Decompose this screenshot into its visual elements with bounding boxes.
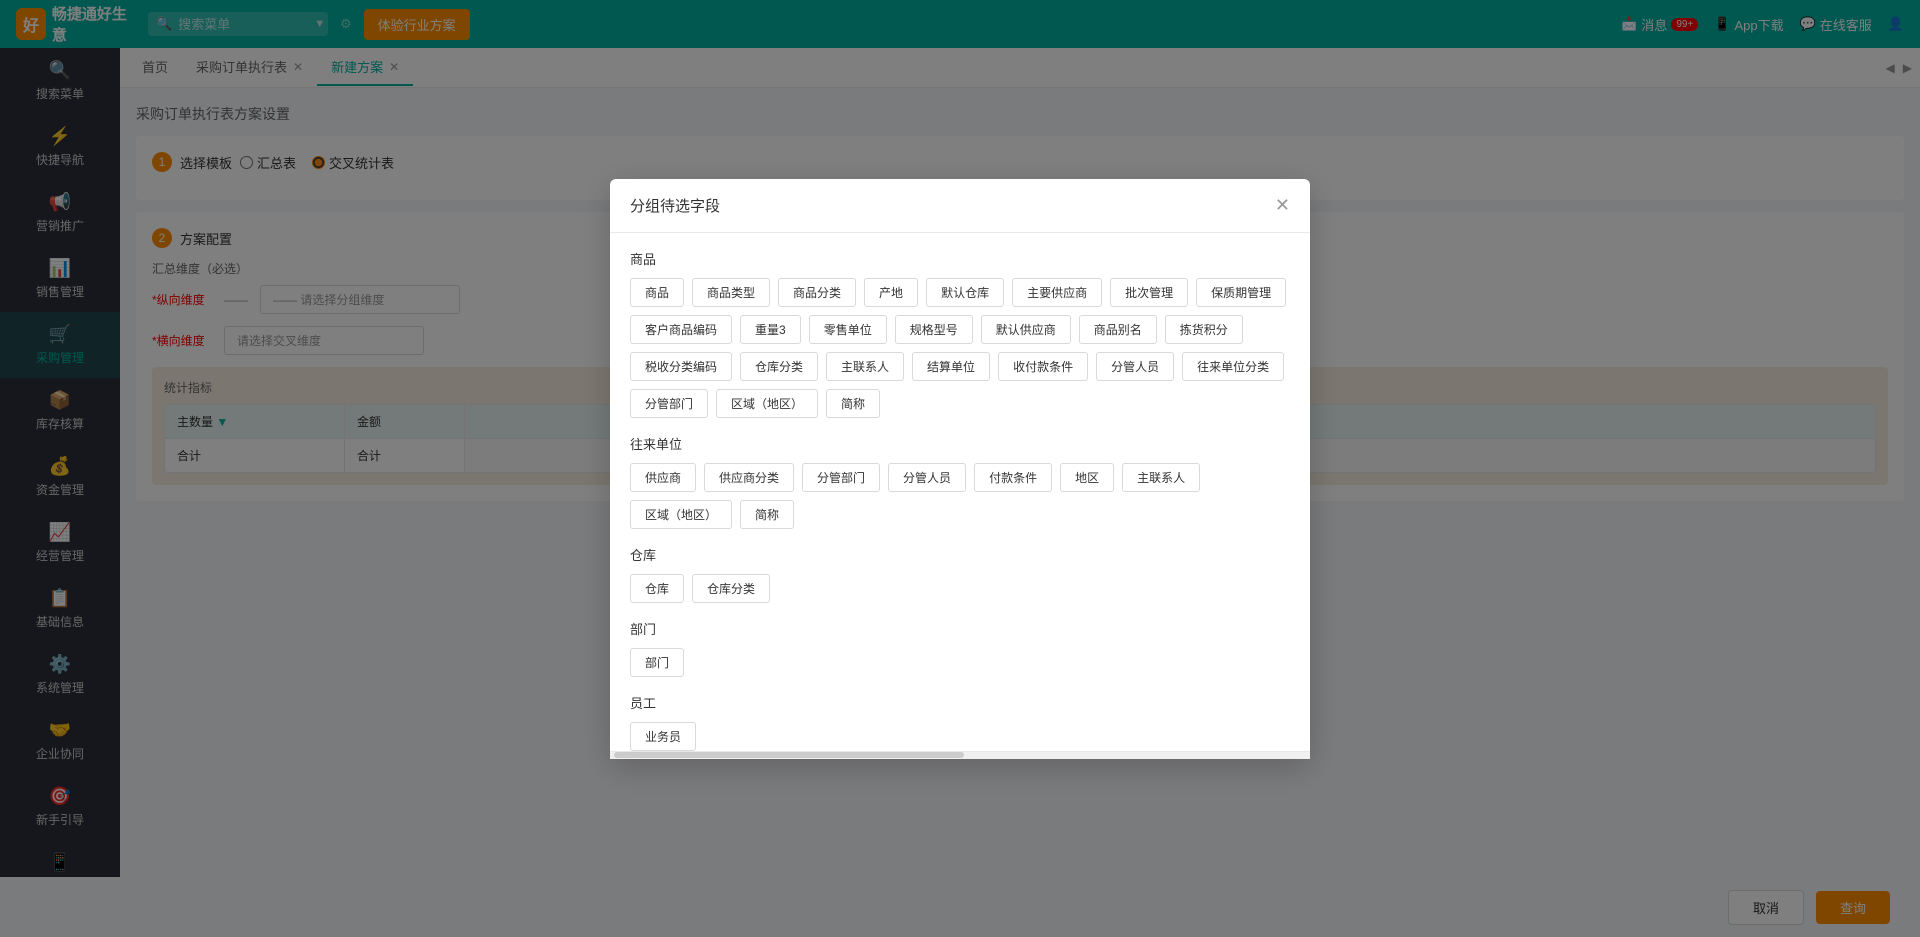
section-title-warehouse: 仓库 (630, 545, 1290, 564)
field-tag-仓库分类[interactable]: 仓库分类 (740, 352, 818, 381)
modal-close-button[interactable]: ✕ (1275, 195, 1290, 216)
field-tag-分管部门[interactable]: 分管部门 (802, 463, 880, 492)
modal-title: 分组待选字段 (630, 195, 720, 216)
field-tag-付款条件[interactable]: 付款条件 (974, 463, 1052, 492)
section-goods: 商品商品商品类型商品分类产地默认仓库主要供应商批次管理保质期管理客户商品编码重量… (630, 249, 1290, 418)
section-title-department: 部门 (630, 619, 1290, 638)
field-tags-warehouse: 仓库仓库分类 (630, 574, 1290, 603)
field-tag-供应商[interactable]: 供应商 (630, 463, 696, 492)
field-tag-主联系人[interactable]: 主联系人 (826, 352, 904, 381)
field-tag-简称[interactable]: 简称 (740, 500, 794, 529)
field-tag-商品[interactable]: 商品 (630, 278, 684, 307)
field-tag-往来单位分类[interactable]: 往来单位分类 (1182, 352, 1284, 381)
field-tag-主要供应商[interactable]: 主要供应商 (1012, 278, 1102, 307)
field-tag-主联系人[interactable]: 主联系人 (1122, 463, 1200, 492)
field-tag-供应商分类[interactable]: 供应商分类 (704, 463, 794, 492)
field-tag-保质期管理[interactable]: 保质期管理 (1196, 278, 1286, 307)
field-tag-业务员[interactable]: 业务员 (630, 722, 696, 751)
field-tag-收付款条件[interactable]: 收付款条件 (998, 352, 1088, 381)
section-employee: 员工业务员 (630, 693, 1290, 751)
scrollbar-thumb (614, 752, 964, 758)
section-warehouse: 仓库仓库仓库分类 (630, 545, 1290, 603)
field-tag-部门[interactable]: 部门 (630, 648, 684, 677)
field-tag-仓库分类[interactable]: 仓库分类 (692, 574, 770, 603)
field-tags-partner: 供应商供应商分类分管部门分管人员付款条件地区主联系人区域（地区） 简称 (630, 463, 1290, 529)
field-tag-分管人员[interactable]: 分管人员 (888, 463, 966, 492)
section-department: 部门部门 (630, 619, 1290, 677)
field-select-modal: 分组待选字段 ✕ 商品商品商品类型商品分类产地默认仓库主要供应商批次管理保质期管… (610, 179, 1310, 759)
modal-overlay: 分组待选字段 ✕ 商品商品商品类型商品分类产地默认仓库主要供应商批次管理保质期管… (0, 0, 1920, 937)
field-tag-默认仓库[interactable]: 默认仓库 (926, 278, 1004, 307)
field-tag-结算单位[interactable]: 结算单位 (912, 352, 990, 381)
modal-body[interactable]: 商品商品商品类型商品分类产地默认仓库主要供应商批次管理保质期管理客户商品编码重量… (610, 233, 1310, 751)
section-title-employee: 员工 (630, 693, 1290, 712)
field-tag-拣货积分[interactable]: 拣货积分 (1165, 315, 1243, 344)
field-tag-规格型号[interactable]: 规格型号 (895, 315, 973, 344)
modal-horizontal-scrollbar[interactable] (610, 751, 1310, 759)
field-tag-商品分类[interactable]: 商品分类 (778, 278, 856, 307)
field-tag-默认供应商[interactable]: 默认供应商 (981, 315, 1071, 344)
field-tag-产地[interactable]: 产地 (864, 278, 918, 307)
field-tags-employee: 业务员 (630, 722, 1290, 751)
field-tag-简称[interactable]: 简称 (826, 389, 880, 418)
field-tag-分管部门[interactable]: 分管部门 (630, 389, 708, 418)
field-tags-department: 部门 (630, 648, 1290, 677)
field-tag-重量3[interactable]: 重量3 (740, 315, 801, 344)
field-tag-批次管理[interactable]: 批次管理 (1110, 278, 1188, 307)
field-tag-区域（地区）[interactable]: 区域（地区） (630, 500, 732, 529)
section-title-goods: 商品 (630, 249, 1290, 268)
field-tag-地区[interactable]: 地区 (1060, 463, 1114, 492)
field-tag-分管人员[interactable]: 分管人员 (1096, 352, 1174, 381)
section-partner: 往来单位供应商供应商分类分管部门分管人员付款条件地区主联系人区域（地区） 简称 (630, 434, 1290, 529)
field-tag-区域（地区）[interactable]: 区域（地区） (716, 389, 818, 418)
field-tag-客户商品编码[interactable]: 客户商品编码 (630, 315, 732, 344)
field-tag-仓库[interactable]: 仓库 (630, 574, 684, 603)
modal-header: 分组待选字段 ✕ (610, 179, 1310, 233)
field-tag-零售单位[interactable]: 零售单位 (809, 315, 887, 344)
field-tag-商品类型[interactable]: 商品类型 (692, 278, 770, 307)
field-tag-商品别名[interactable]: 商品别名 (1079, 315, 1157, 344)
section-title-partner: 往来单位 (630, 434, 1290, 453)
field-tags-goods: 商品商品类型商品分类产地默认仓库主要供应商批次管理保质期管理客户商品编码重量3 零… (630, 278, 1290, 418)
field-tag-税收分类编码[interactable]: 税收分类编码 (630, 352, 732, 381)
